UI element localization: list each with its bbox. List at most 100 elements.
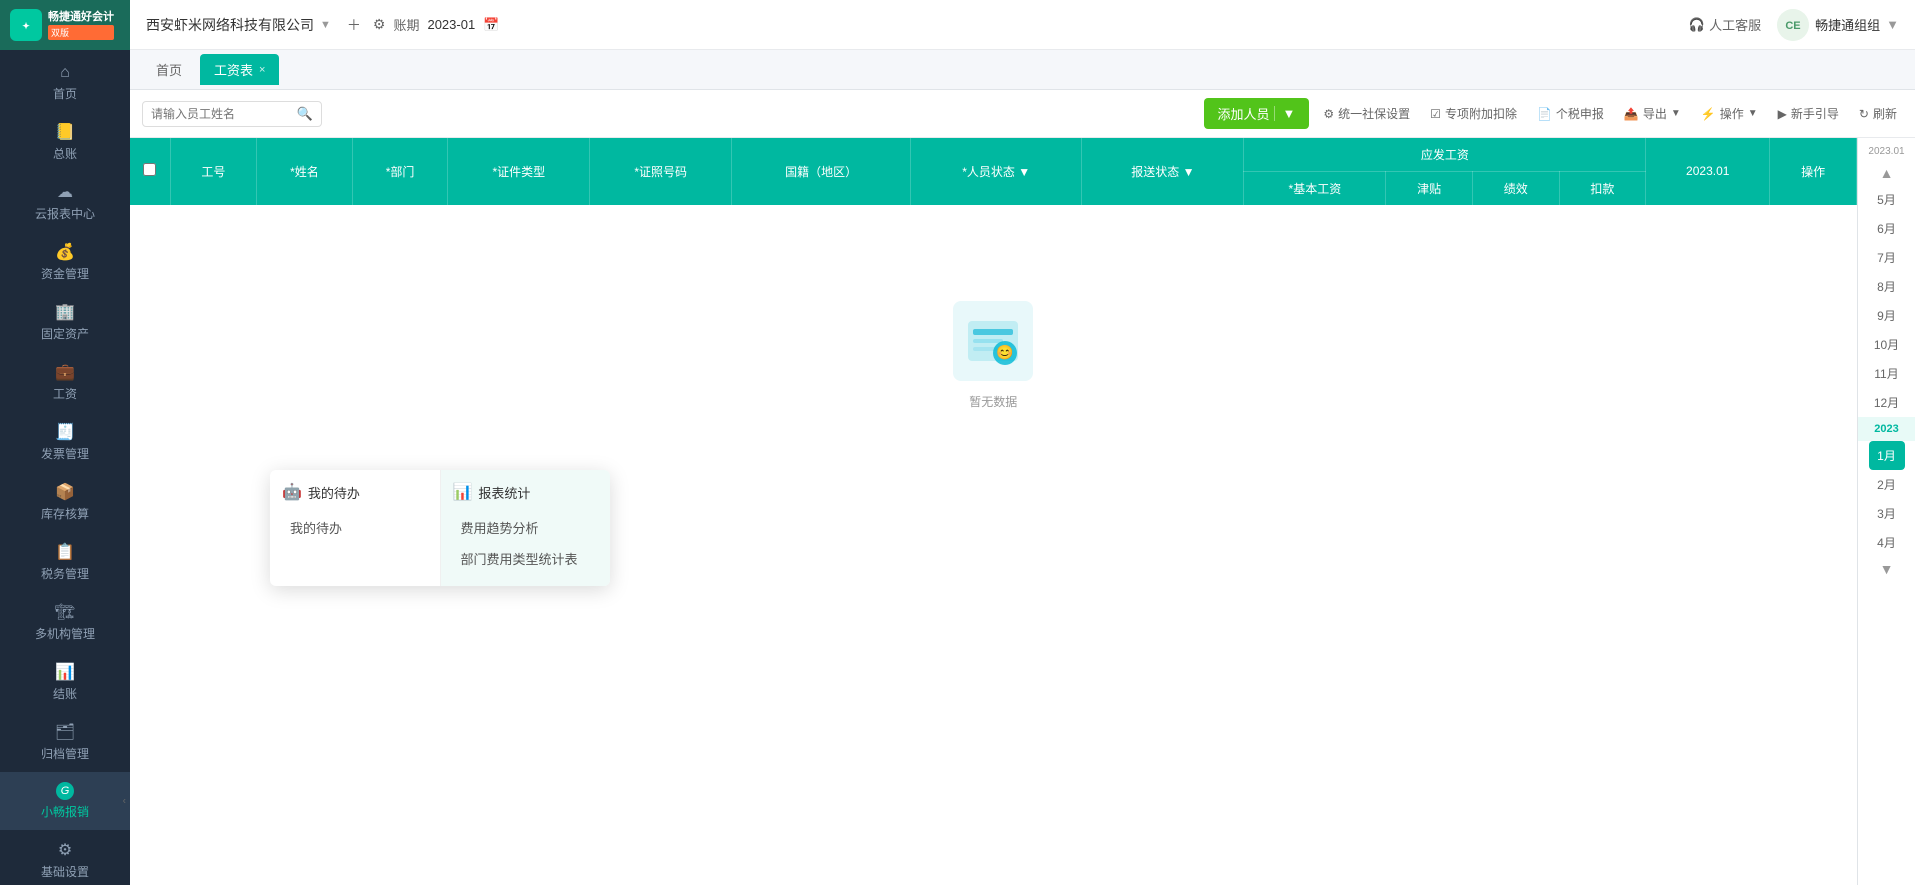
person-status-filter-icon[interactable]: ▼ <box>1018 165 1030 179</box>
month-nav-down[interactable]: ▼ <box>1876 557 1898 581</box>
month-6[interactable]: 6月 <box>1858 214 1915 243</box>
select-all-checkbox[interactable] <box>143 163 156 176</box>
user-name: 畅捷通组组 <box>1815 15 1880 34</box>
customer-service-button[interactable]: 🎧 人工客服 <box>1689 15 1761 34</box>
expense-trend-item[interactable]: 费用趋势分析 <box>453 512 599 543</box>
search-input[interactable] <box>151 107 291 121</box>
sidebar-item-cloud-label: 云报表中心 <box>35 205 95 222</box>
sidebar-item-invoice[interactable]: 🧾 发票管理 <box>0 412 130 472</box>
add-company-button[interactable]: ＋ <box>347 15 361 35</box>
dropdown-header-pending: 🤖 我的待办 <box>282 482 428 502</box>
table-header-row1: 工号 *姓名 *部门 *证件类型 *证照号码 国籍（地区） *人员状态 ▼ <box>130 138 1857 172</box>
reports-header-icon: 📊 <box>453 482 473 502</box>
sidebar-item-xiaochang[interactable]: G 小畅报销 ‹ <box>0 772 130 830</box>
settings-button[interactable]: ⚙ <box>373 16 386 33</box>
tab-close-button[interactable]: × <box>259 64 265 76</box>
export-button[interactable]: 📤 导出 ▼ <box>1618 101 1687 126</box>
search-box[interactable]: 🔍 <box>142 101 322 127</box>
content-area: 🔍 添加人员 ▼ ⚙ 统一社保设置 ☑ 专项附加扣除 <box>130 90 1915 885</box>
operations-icon: ⚡ <box>1701 107 1716 121</box>
month-7[interactable]: 7月 <box>1858 243 1915 272</box>
headset-icon: 🎧 <box>1689 17 1705 33</box>
sidebar-item-ledger-label: 总账 <box>53 145 77 162</box>
sidebar-item-inventory[interactable]: 📦 库存核算 <box>0 472 130 532</box>
pending-item[interactable]: 我的待办 <box>282 512 428 543</box>
sidebar-item-tax[interactable]: 📋 税务管理 <box>0 532 130 592</box>
sidebar-item-ledger[interactable]: 📒 总账 <box>0 112 130 172</box>
settings-icon: ⚙ <box>58 840 72 860</box>
search-icon: 🔍 <box>297 106 313 122</box>
sidebar-item-inventory-label: 库存核算 <box>41 505 89 522</box>
add-person-button[interactable]: 添加人员 ▼ <box>1204 98 1310 129</box>
sidebar-item-cloud-report[interactable]: ☁ 云报表中心 <box>0 172 130 232</box>
sidebar-item-basic-settings[interactable]: ⚙ 基础设置 <box>0 830 130 885</box>
svg-text:✦: ✦ <box>22 21 30 31</box>
sidebar-item-multi-org[interactable]: 🏗 多机构管理 <box>0 592 130 652</box>
xiaochang-arrow: ‹ <box>123 796 126 807</box>
th-checkbox[interactable] <box>130 138 170 205</box>
sidebar-item-xiaochang-label: 小畅报销 <box>41 803 89 820</box>
user-info[interactable]: CE 畅捷通组组 ▼ <box>1777 9 1899 41</box>
sidebar-item-settlement[interactable]: 📊 结账 <box>0 652 130 712</box>
payroll-toolbar: 🔍 添加人员 ▼ ⚙ 统一社保设置 ☑ 专项附加扣除 <box>130 90 1915 138</box>
month-1[interactable]: 1月 <box>1869 441 1905 470</box>
sidebar-item-home[interactable]: ⌂ 首页 <box>0 54 130 112</box>
month-4[interactable]: 4月 <box>1858 528 1915 557</box>
sidebar-item-fund-label: 资金管理 <box>41 265 89 282</box>
payroll-data-table: 工号 *姓名 *部门 *证件类型 *证照号码 国籍（地区） *人员状态 ▼ <box>130 138 1857 506</box>
export-icon: 📤 <box>1624 107 1639 121</box>
tax-icon: 📋 <box>55 542 75 562</box>
logo-badge: 双版 <box>48 25 114 40</box>
month-8[interactable]: 8月 <box>1858 272 1915 301</box>
operations-arrow: ▼ <box>1748 108 1758 119</box>
tab-home[interactable]: 首页 <box>142 54 196 85</box>
special-deduct-label: 专项附加扣除 <box>1445 105 1517 122</box>
social-security-button[interactable]: ⚙ 统一社保设置 <box>1317 101 1416 126</box>
tax-report-label: 个税申报 <box>1556 105 1604 122</box>
sidebar-item-settlement-label: 结账 <box>53 685 77 702</box>
refresh-button[interactable]: ↻ 刷新 <box>1853 101 1903 126</box>
topbar: 西安虾米网络科技有限公司 ▼ ＋ ⚙ 账期 2023-01 📅 🎧 人工客服 C… <box>130 0 1915 50</box>
sidebar-item-salary[interactable]: 💼 工资 <box>0 352 130 412</box>
th-period: 2023.01 <box>1646 138 1770 205</box>
dropdown-section: 🤖 我的待办 我的待办 📊 报表统计 费用趋势分析 <box>270 470 610 586</box>
calendar-icon[interactable]: 📅 <box>483 17 499 33</box>
guide-icon: ▶ <box>1778 107 1787 121</box>
special-deduct-button[interactable]: ☑ 专项附加扣除 <box>1424 101 1523 126</box>
report-status-filter-icon[interactable]: ▼ <box>1183 165 1195 179</box>
month-picker: 2023.01 ▲ 5月 6月 7月 8月 9月 10月 11月 12月 202… <box>1857 138 1915 885</box>
month-10[interactable]: 10月 <box>1858 330 1915 359</box>
th-id-number: *证照号码 <box>590 138 732 205</box>
add-person-arrow: ▼ <box>1274 106 1296 121</box>
th-payable-salary: 应发工资 <box>1244 138 1646 172</box>
tab-payroll[interactable]: 工资表 × <box>200 54 279 85</box>
sidebar-item-fund[interactable]: 💰 资金管理 <box>0 232 130 292</box>
month-2[interactable]: 2月 <box>1858 470 1915 499</box>
sidebar-item-archive[interactable]: 🗂 归档管理 <box>0 712 130 772</box>
sidebar-nav: ⌂ 首页 📒 总账 ☁ 云报表中心 💰 资金管理 🏢 固定资产 💼 工资 🧾 发… <box>0 50 130 885</box>
avatar: CE <box>1777 9 1809 41</box>
month-5[interactable]: 5月 <box>1858 185 1915 214</box>
company-selector[interactable]: 西安虾米网络科技有限公司 ▼ <box>146 15 331 35</box>
th-allowance: 津贴 <box>1386 172 1473 206</box>
th-person-status: *人员状态 ▼ <box>911 138 1082 205</box>
th-deductions: 扣款 <box>1559 172 1646 206</box>
month-9[interactable]: 9月 <box>1858 301 1915 330</box>
sidebar-item-fixed-assets[interactable]: 🏢 固定资产 <box>0 292 130 352</box>
operations-label: 操作 <box>1720 105 1744 122</box>
dropdown-header-reports-label: 报表统计 <box>478 483 530 502</box>
guide-button[interactable]: ▶ 新手引导 <box>1772 101 1845 126</box>
svg-text:CE: CE <box>1785 20 1800 32</box>
month-nav-up[interactable]: ▲ <box>1876 161 1898 185</box>
th-performance: 绩效 <box>1472 172 1559 206</box>
dept-expense-item[interactable]: 部门费用类型统计表 <box>453 543 599 574</box>
tax-report-button[interactable]: 📄 个税申报 <box>1531 101 1610 126</box>
invoice-icon: 🧾 <box>55 422 75 442</box>
special-deduct-icon: ☑ <box>1430 107 1441 121</box>
year-2023: 2023 <box>1858 417 1915 441</box>
month-11[interactable]: 11月 <box>1858 359 1915 388</box>
month-3[interactable]: 3月 <box>1858 499 1915 528</box>
topbar-actions: ＋ ⚙ <box>347 15 386 35</box>
operations-button[interactable]: ⚡ 操作 ▼ <box>1695 101 1764 126</box>
month-12[interactable]: 12月 <box>1858 388 1915 417</box>
